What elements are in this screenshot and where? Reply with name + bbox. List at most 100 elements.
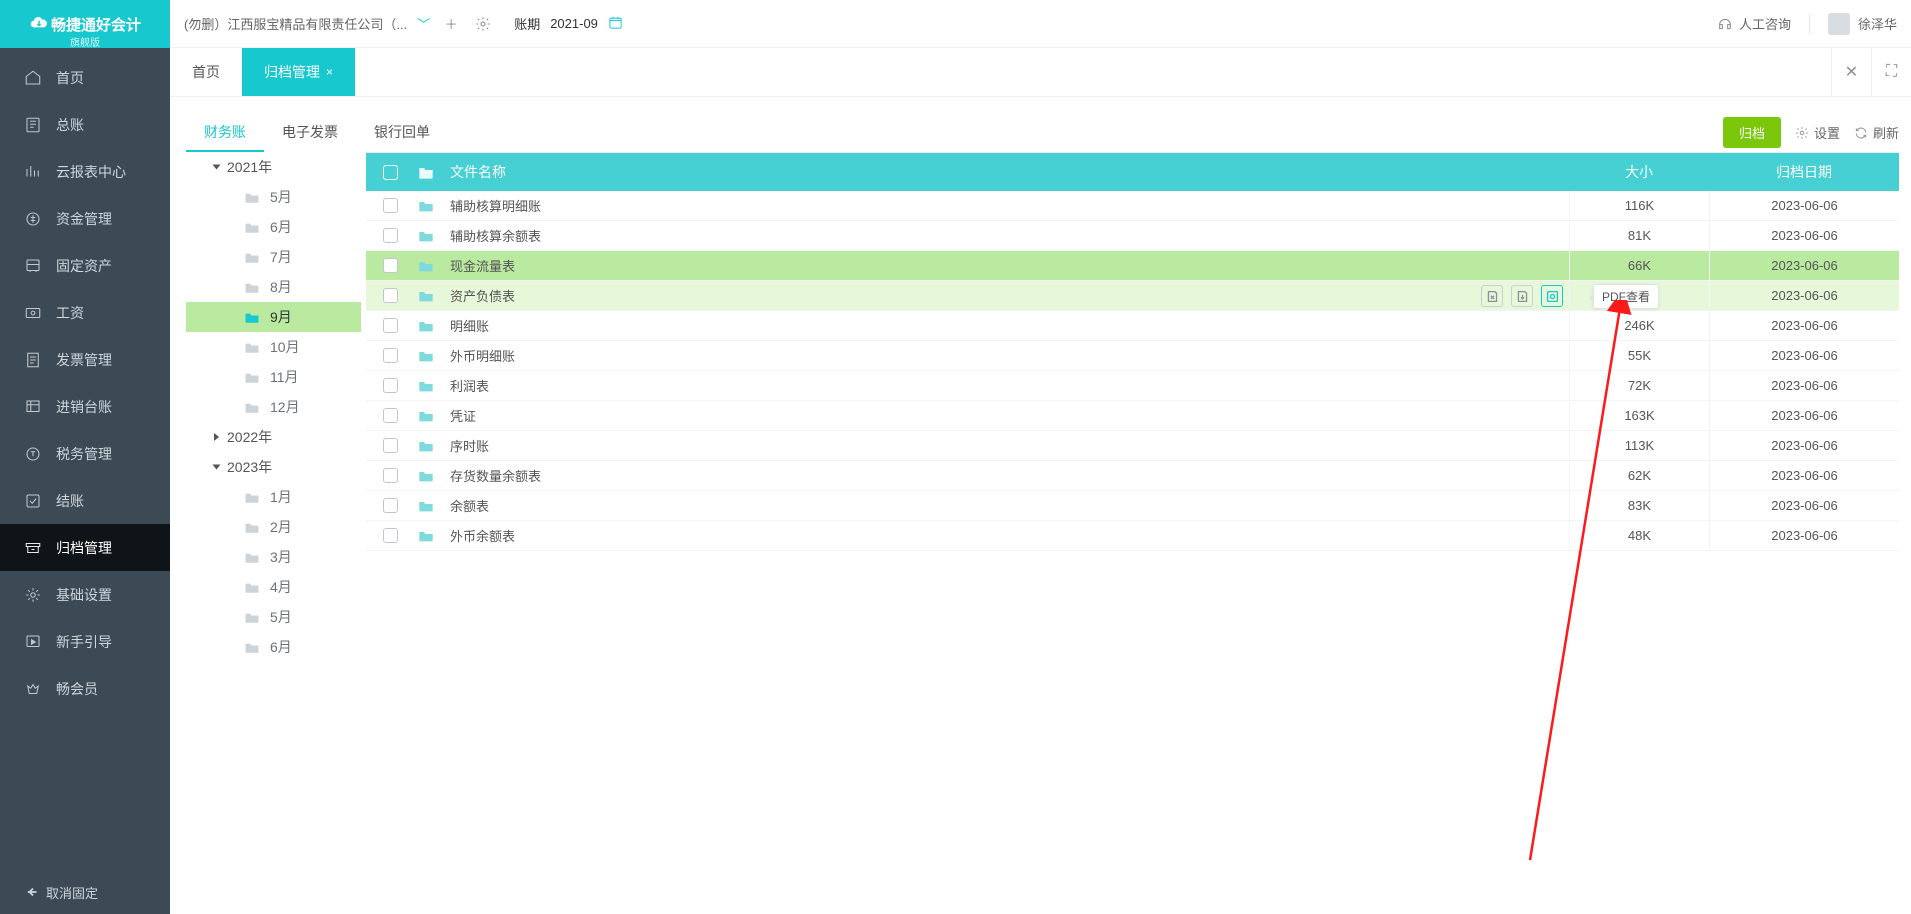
row-checkbox[interactable] [383, 438, 398, 453]
add-button[interactable]: ＋ [440, 13, 462, 35]
close-all-button[interactable]: ✕ [1831, 48, 1871, 97]
sidebar-item-invoice[interactable]: 发票管理 [0, 336, 170, 383]
pdf-view-icon[interactable] [1541, 285, 1563, 307]
tree-month[interactable]: 4月 [186, 572, 361, 602]
file-folder-icon [418, 439, 434, 453]
row-checkbox[interactable] [383, 258, 398, 273]
row-checkbox[interactable] [383, 468, 398, 483]
tree-month[interactable]: 6月 [186, 632, 361, 662]
row-checkbox[interactable] [383, 528, 398, 543]
close-icon[interactable]: × [326, 65, 333, 79]
row-checkbox[interactable] [383, 288, 398, 303]
tree-month[interactable]: 3月 [186, 542, 361, 572]
refresh-button[interactable]: 刷新 [1854, 123, 1899, 142]
tree-month[interactable]: 6月 [186, 212, 361, 242]
calendar-icon[interactable] [608, 15, 623, 33]
tree-month[interactable]: 1月 [186, 482, 361, 512]
tree-year[interactable]: 2022年 [186, 422, 361, 452]
month-label: 5月 [270, 187, 292, 207]
download-excel-icon[interactable] [1481, 285, 1503, 307]
file-size: 81K [1569, 221, 1709, 250]
row-checkbox[interactable] [383, 378, 398, 393]
support-label: 人工咨询 [1739, 14, 1791, 33]
table-row[interactable]: 辅助核算明细账116K2023-06-06 [366, 191, 1899, 221]
company-settings-icon[interactable] [472, 13, 494, 35]
tree-month[interactable]: 9月 [186, 302, 361, 332]
table-row[interactable]: 序时账113K2023-06-06 [366, 431, 1899, 461]
tree-month[interactable]: 11月 [186, 362, 361, 392]
tree-month[interactable]: 2月 [186, 512, 361, 542]
chevron-down-icon[interactable]: ﹀ [417, 14, 430, 33]
year-label: 2021年 [227, 157, 272, 177]
tree-year[interactable]: 2023年 [186, 452, 361, 482]
sidebar-item-funds[interactable]: 资金管理 [0, 195, 170, 242]
row-checkbox[interactable] [383, 198, 398, 213]
header-date: 归档日期 [1709, 162, 1899, 182]
vip-icon [24, 680, 42, 698]
sidebar-item-tax[interactable]: 税务管理 [0, 430, 170, 477]
sidebar-item-label: 新手引导 [56, 632, 112, 652]
subtab-bank[interactable]: 银行回单 [356, 114, 448, 152]
row-checkbox[interactable] [383, 408, 398, 423]
table-row[interactable]: 余额表83K2023-06-06 [366, 491, 1899, 521]
row-checkbox[interactable] [383, 498, 398, 513]
file-date: 2023-06-06 [1709, 341, 1899, 370]
subtab-einvoice[interactable]: 电子发票 [264, 114, 356, 152]
sidebar-item-archive[interactable]: 归档管理 [0, 524, 170, 571]
unpin-button[interactable]: 取消固定 [0, 870, 170, 914]
close-icon [24, 492, 42, 510]
table-row[interactable]: 存货数量余额表62K2023-06-06 [366, 461, 1899, 491]
tab-archive[interactable]: 归档管理 × [242, 48, 355, 96]
table-row[interactable]: 辅助核算余额表81K2023-06-06 [366, 221, 1899, 251]
tree-month[interactable]: 5月 [186, 182, 361, 212]
month-label: 11月 [270, 367, 299, 387]
tree-month[interactable]: 12月 [186, 392, 361, 422]
table-row[interactable]: 利润表72K2023-06-06 [366, 371, 1899, 401]
tab-home[interactable]: 首页 [170, 48, 242, 96]
tree-year[interactable]: 2021年 [186, 152, 361, 182]
folder-icon [418, 165, 434, 179]
company-selector[interactable]: (勿删）江西服宝精品有限责任公司（... [184, 14, 407, 33]
file-name: 辅助核算余额表 [450, 226, 541, 245]
row-checkbox[interactable] [383, 348, 398, 363]
subtab-finance[interactable]: 财务账 [186, 114, 264, 152]
sidebar-item-assets[interactable]: 固定资产 [0, 242, 170, 289]
sidebar-item-settings[interactable]: 基础设置 [0, 571, 170, 618]
row-checkbox[interactable] [383, 228, 398, 243]
sidebar-item-ledger[interactable]: 总账 [0, 101, 170, 148]
table-row[interactable]: 明细账246K2023-06-06 [366, 311, 1899, 341]
sidebar-item-jinxiao[interactable]: 进销台账 [0, 383, 170, 430]
user-menu[interactable]: 徐泽华 [1828, 13, 1897, 35]
download-pdf-icon[interactable] [1511, 285, 1533, 307]
tree-month[interactable]: 10月 [186, 332, 361, 362]
reports-icon [24, 163, 42, 181]
archive-button[interactable]: 归档 [1723, 117, 1781, 148]
sidebar-item-reports[interactable]: 云报表中心 [0, 148, 170, 195]
select-all-checkbox[interactable] [383, 165, 398, 180]
sidebar-item-home[interactable]: 首页 [0, 54, 170, 101]
file-name: 凭证 [450, 406, 476, 425]
support-button[interactable]: 人工咨询 [1717, 14, 1791, 33]
period-value[interactable]: 2021-09 [550, 16, 598, 31]
table-row[interactable]: 外币余额表48K2023-06-06 [366, 521, 1899, 551]
settings-button[interactable]: 设置 [1795, 123, 1840, 142]
subtab-einvoice-label: 电子发票 [282, 124, 338, 140]
tree-month[interactable]: 8月 [186, 272, 361, 302]
sidebar-item-close[interactable]: 结账 [0, 477, 170, 524]
sidebar-item-salary[interactable]: 工资 [0, 289, 170, 336]
folder-icon [244, 281, 260, 294]
tree-month[interactable]: 5月 [186, 602, 361, 632]
year-label: 2022年 [227, 427, 272, 447]
sidebar-item-guide[interactable]: 新手引导 [0, 618, 170, 665]
home-icon [24, 69, 42, 87]
table-row[interactable]: 现金流量表66K2023-06-06 [366, 251, 1899, 281]
table-row[interactable]: 外币明细账55K2023-06-06 [366, 341, 1899, 371]
sidebar-item-vip[interactable]: 畅会员 [0, 665, 170, 712]
row-checkbox[interactable] [383, 318, 398, 333]
file-size: 48K [1569, 521, 1709, 550]
table-row[interactable]: 凭证163K2023-06-06 [366, 401, 1899, 431]
file-name: 明细账 [450, 316, 489, 335]
tree-month[interactable]: 7月 [186, 242, 361, 272]
table-row[interactable]: 资产负债表PDF查看1K2023-06-06 [366, 281, 1899, 311]
fullscreen-button[interactable]: ⛶ [1871, 48, 1911, 97]
